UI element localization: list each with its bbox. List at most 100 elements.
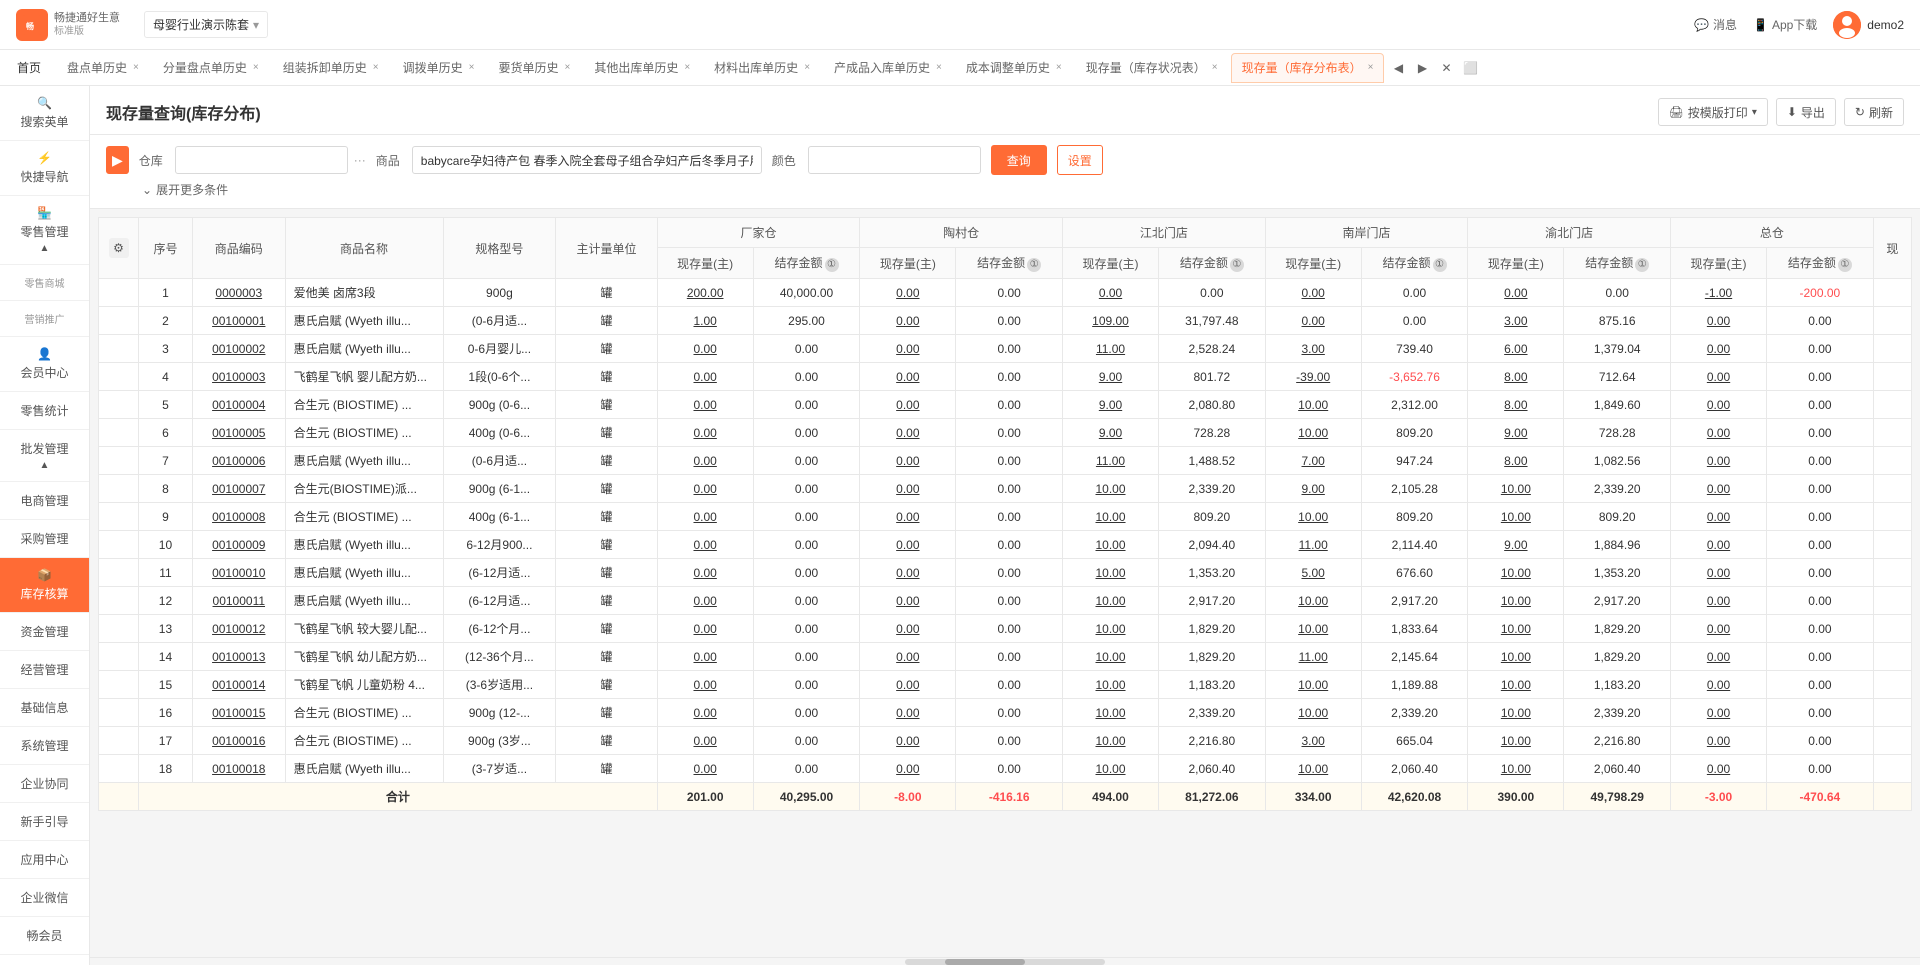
info-icon[interactable]: ① xyxy=(1027,258,1041,272)
row-taocun-curr[interactable]: 0.00 xyxy=(860,419,956,447)
row-total-curr[interactable]: 0.00 xyxy=(1671,643,1767,671)
sidebar-item-enterprise[interactable]: 企业协同 xyxy=(0,765,89,803)
row-yubei-curr[interactable]: 8.00 xyxy=(1468,447,1564,475)
message-btn[interactable]: 💬 消息 xyxy=(1694,16,1737,33)
row-changjiachang-curr[interactable]: 200.00 xyxy=(657,279,753,307)
row-jiangbei-curr[interactable]: 10.00 xyxy=(1062,559,1158,587)
row-code[interactable]: 0000003 xyxy=(192,279,285,307)
tab-close-icon[interactable]: × xyxy=(1056,62,1062,73)
row-yubei-curr[interactable]: 10.00 xyxy=(1468,699,1564,727)
row-jiangbei-curr[interactable]: 10.00 xyxy=(1062,531,1158,559)
tab-close-all-btn[interactable]: ✕ xyxy=(1434,56,1458,80)
row-nanan-curr[interactable]: 10.00 xyxy=(1265,755,1361,783)
row-yubei-curr[interactable]: 10.00 xyxy=(1468,755,1564,783)
row-nanan-curr[interactable]: 10.00 xyxy=(1265,615,1361,643)
tab-expand-btn[interactable]: ⬜ xyxy=(1458,56,1482,80)
row-nanan-curr[interactable]: 3.00 xyxy=(1265,335,1361,363)
sidebar-item-member2[interactable]: 畅会员 xyxy=(0,917,89,955)
row-changjiachang-curr[interactable]: 0.00 xyxy=(657,335,753,363)
sidebar-item-purchase[interactable]: 采购管理 xyxy=(0,520,89,558)
row-taocun-curr[interactable]: 0.00 xyxy=(860,531,956,559)
tab-pandian[interactable]: 盘点单历史 × xyxy=(56,53,150,83)
tab-close-icon[interactable]: × xyxy=(1212,62,1218,73)
row-taocun-curr[interactable]: 0.00 xyxy=(860,475,956,503)
row-nanan-curr[interactable]: -39.00 xyxy=(1265,363,1361,391)
tab-diaob[interactable]: 调拨单历史 × xyxy=(392,53,486,83)
row-yubei-curr[interactable]: 10.00 xyxy=(1468,559,1564,587)
row-total-curr[interactable]: 0.00 xyxy=(1671,671,1767,699)
user-profile[interactable]: demo2 xyxy=(1833,11,1904,39)
row-jiangbei-curr[interactable]: 9.00 xyxy=(1062,391,1158,419)
tab-close-icon[interactable]: × xyxy=(253,62,259,73)
tab-qita[interactable]: 其他出库单历史 × xyxy=(583,53,701,83)
tab-close-icon[interactable]: × xyxy=(469,62,475,73)
row-code[interactable]: 00100007 xyxy=(192,475,285,503)
row-total-curr[interactable]: 0.00 xyxy=(1671,531,1767,559)
tab-prev-btn[interactable]: ◀ xyxy=(1386,56,1410,80)
row-changjiachang-curr[interactable]: 0.00 xyxy=(657,419,753,447)
tab-close-icon[interactable]: × xyxy=(804,62,810,73)
row-total-curr[interactable]: 0.00 xyxy=(1671,559,1767,587)
row-taocun-curr[interactable]: 0.00 xyxy=(860,279,956,307)
row-taocun-curr[interactable]: 0.00 xyxy=(860,587,956,615)
row-total-curr[interactable]: 0.00 xyxy=(1671,307,1767,335)
row-total-curr[interactable]: 0.00 xyxy=(1671,503,1767,531)
row-total-curr[interactable]: 0.00 xyxy=(1671,699,1767,727)
sidebar-item-retail-mall[interactable]: 零售商城 xyxy=(0,265,89,301)
row-nanan-curr[interactable]: 3.00 xyxy=(1265,727,1361,755)
row-taocun-curr[interactable]: 0.00 xyxy=(860,643,956,671)
row-jiangbei-curr[interactable]: 10.00 xyxy=(1062,699,1158,727)
tab-close-icon[interactable]: × xyxy=(684,62,690,73)
sidebar-item-nav[interactable]: ⚡ 快捷导航 xyxy=(0,141,89,196)
sidebar-item-basic[interactable]: 基础信息 xyxy=(0,689,89,727)
row-code[interactable]: 00100003 xyxy=(192,363,285,391)
row-jiangbei-curr[interactable]: 10.00 xyxy=(1062,671,1158,699)
demo-dropdown[interactable]: 母婴行业演示陈套 ▾ xyxy=(144,11,268,38)
row-yubei-curr[interactable]: 10.00 xyxy=(1468,587,1564,615)
row-jiangbei-curr[interactable]: 10.00 xyxy=(1062,727,1158,755)
tab-next-btn[interactable]: ▶ xyxy=(1410,56,1434,80)
row-taocun-curr[interactable]: 0.00 xyxy=(860,727,956,755)
info-icon[interactable]: ① xyxy=(1635,258,1649,272)
row-code[interactable]: 00100018 xyxy=(192,755,285,783)
row-jiangbei-curr[interactable]: 11.00 xyxy=(1062,335,1158,363)
row-jiangbei-curr[interactable]: 9.00 xyxy=(1062,419,1158,447)
row-jiangbei-curr[interactable]: 10.00 xyxy=(1062,587,1158,615)
warehouse-input[interactable] xyxy=(175,146,348,174)
row-nanan-curr[interactable]: 0.00 xyxy=(1265,279,1361,307)
row-total-curr[interactable]: 0.00 xyxy=(1671,587,1767,615)
sidebar-item-search[interactable]: 🔍 搜索英单 xyxy=(0,86,89,141)
sidebar-item-inventory[interactable]: 📦 库存核算 xyxy=(0,558,89,613)
row-changjiachang-curr[interactable]: 0.00 xyxy=(657,671,753,699)
row-changjiachang-curr[interactable]: 0.00 xyxy=(657,503,753,531)
row-code[interactable]: 00100014 xyxy=(192,671,285,699)
row-jiangbei-curr[interactable]: 10.00 xyxy=(1062,755,1158,783)
goods-input[interactable] xyxy=(412,146,762,174)
row-yubei-curr[interactable]: 9.00 xyxy=(1468,531,1564,559)
row-nanan-curr[interactable]: 11.00 xyxy=(1265,643,1361,671)
sidebar-item-system[interactable]: 系统管理 xyxy=(0,727,89,765)
row-total-curr[interactable]: -1.00 xyxy=(1671,279,1767,307)
row-total-curr[interactable]: 0.00 xyxy=(1671,755,1767,783)
row-taocun-curr[interactable]: 0.00 xyxy=(860,755,956,783)
row-total-curr[interactable]: 0.00 xyxy=(1671,419,1767,447)
row-code[interactable]: 00100010 xyxy=(192,559,285,587)
sidebar-item-finance[interactable]: 资金管理 xyxy=(0,613,89,651)
settings-icon[interactable]: ⚙ xyxy=(109,238,129,258)
tab-xiancun-status[interactable]: 现存量（库存状况表） × xyxy=(1075,53,1229,83)
row-total-curr[interactable]: 0.00 xyxy=(1671,615,1767,643)
row-taocun-curr[interactable]: 0.00 xyxy=(860,391,956,419)
info-icon[interactable]: ① xyxy=(1433,258,1447,272)
row-nanan-curr[interactable]: 10.00 xyxy=(1265,699,1361,727)
row-changjiachang-curr[interactable]: 0.00 xyxy=(657,699,753,727)
row-code[interactable]: 00100009 xyxy=(192,531,285,559)
row-nanan-curr[interactable]: 10.00 xyxy=(1265,587,1361,615)
sidebar-item-wecom[interactable]: 企业微信 xyxy=(0,879,89,917)
row-nanan-curr[interactable]: 10.00 xyxy=(1265,503,1361,531)
print-btn[interactable]: 🖨 按模版打印 ▾ xyxy=(1658,98,1768,126)
tab-fenliang[interactable]: 分量盘点单历史 × xyxy=(152,53,270,83)
expand-search-btn[interactable]: ▶ xyxy=(106,146,129,174)
tab-close-icon[interactable]: × xyxy=(133,62,139,73)
setting-btn[interactable]: 设置 xyxy=(1057,145,1103,175)
sidebar-item-retail-mgmt[interactable]: 🏪 零售管理 ▲ xyxy=(0,196,89,265)
